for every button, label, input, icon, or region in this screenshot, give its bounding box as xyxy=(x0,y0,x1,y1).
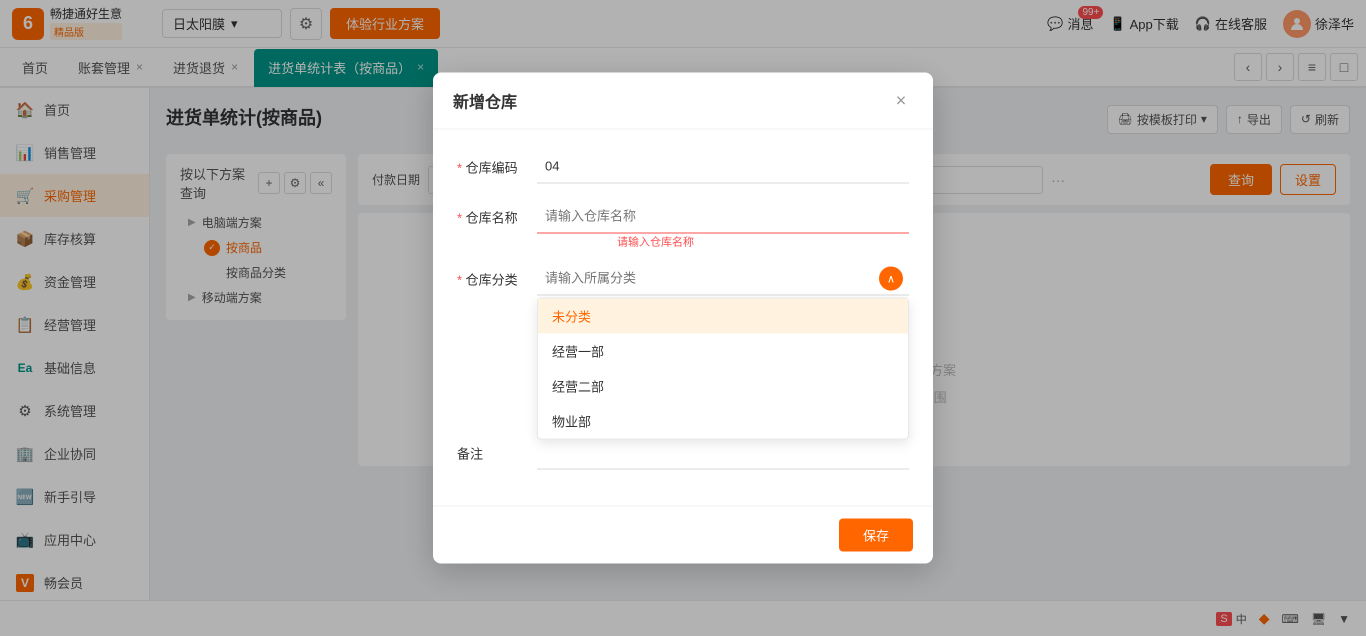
warehouse-category-row: 仓库分类 ∧ 未分类 经营一部 经营二部 物业部 xyxy=(457,262,909,296)
warehouse-code-input[interactable] xyxy=(537,150,909,184)
category-toggle-button[interactable]: ∧ xyxy=(879,267,903,291)
category-dropdown: 未分类 经营一部 经营二部 物业部 xyxy=(537,298,909,440)
warehouse-category-label: 仓库分类 xyxy=(457,262,537,289)
dialog-close-button[interactable]: × xyxy=(889,89,913,113)
warehouse-code-label: 仓库编码 xyxy=(457,150,537,177)
warehouse-notes-input[interactable] xyxy=(537,436,909,470)
warehouse-name-row: 仓库名称 请输入仓库名称 xyxy=(457,200,909,234)
warehouse-notes-label: 备注 xyxy=(457,436,537,463)
new-warehouse-dialog: 新增仓库 × 仓库编码 仓库名称 请输入仓库名称 仓库分类 ∧ 未分类 xyxy=(433,73,933,564)
warehouse-name-input-wrap: 请输入仓库名称 xyxy=(537,200,909,234)
dialog-title: 新增仓库 xyxy=(453,89,517,113)
warehouse-name-input[interactable] xyxy=(537,200,909,234)
warehouse-category-input[interactable] xyxy=(537,262,909,296)
dialog-header: 新增仓库 × xyxy=(433,73,933,130)
dialog-body: 仓库编码 仓库名称 请输入仓库名称 仓库分类 ∧ 未分类 经营一部 经营二部 物 xyxy=(433,130,933,506)
category-option-ops2[interactable]: 经营二部 xyxy=(538,369,908,404)
save-button[interactable]: 保存 xyxy=(839,519,913,552)
category-option-uncategorized[interactable]: 未分类 xyxy=(538,299,908,334)
warehouse-name-label: 仓库名称 xyxy=(457,200,537,227)
warehouse-notes-row: 备注 xyxy=(457,436,909,470)
warehouse-code-row: 仓库编码 xyxy=(457,150,909,184)
category-option-property[interactable]: 物业部 xyxy=(538,404,908,439)
warehouse-category-wrap: ∧ xyxy=(537,262,909,296)
warehouse-name-error: 请输入仓库名称 xyxy=(617,234,694,250)
category-option-ops1[interactable]: 经营一部 xyxy=(538,334,908,369)
dialog-footer: 保存 xyxy=(433,506,933,564)
